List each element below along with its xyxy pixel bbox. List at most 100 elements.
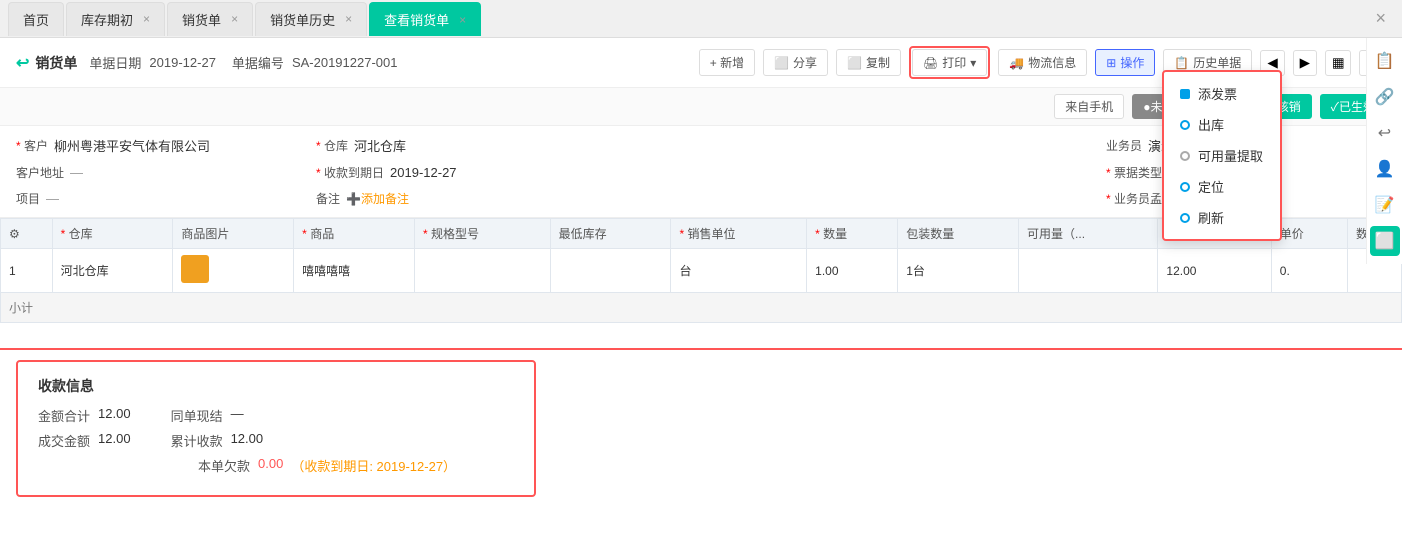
add-invoice-label: 添发票 — [1198, 84, 1237, 103]
tab-sales-history-close[interactable]: × — [345, 12, 352, 26]
operations-button[interactable]: ⊞ 操作 — [1095, 49, 1155, 76]
tab-sales-order-label: 销货单 — [182, 10, 221, 29]
history-icon: 📋 — [1174, 56, 1189, 70]
col-warehouse: 仓库 — [52, 219, 173, 249]
tab-inventory-init-label: 库存期初 — [81, 10, 133, 29]
same-order-value: — — [231, 406, 244, 425]
row-unit-price: 0. — [1271, 249, 1347, 293]
operations-dropdown: 添发票 出库 可用量提取 定位 刷新 — [1162, 70, 1282, 241]
col-product: 商品 — [294, 219, 415, 249]
due-value: 0.00 — [258, 456, 283, 475]
amount-total-label: 金额合计 — [38, 406, 90, 425]
tab-sales-order[interactable]: 销货单 × — [167, 2, 253, 36]
share-icon: ⬜ — [774, 56, 789, 70]
tab-home-label: 首页 — [23, 10, 49, 29]
dropdown-add-invoice[interactable]: 添发票 — [1164, 78, 1280, 109]
outbound-icon — [1180, 120, 1190, 130]
cumulative-label: 累计收款 — [171, 431, 223, 450]
doc-meta: 单据日期 2019-12-27 单据编号 SA-20191227-001 — [89, 53, 397, 72]
project-value: — — [46, 191, 59, 206]
address-field: 客户地址 — — [16, 164, 296, 181]
outbound-label: 出库 — [1198, 115, 1224, 134]
sidebar-icon-5[interactable]: 📝 — [1370, 190, 1400, 220]
row-warehouse: 河北仓库 — [52, 249, 173, 293]
warehouse-value: 河北仓库 — [354, 136, 406, 155]
payment-date-label: 收款到期日 — [316, 164, 384, 181]
add-note-button[interactable]: ➕添加备注 — [346, 190, 409, 207]
locate-icon — [1180, 182, 1190, 192]
dropdown-locate[interactable]: 定位 — [1164, 171, 1280, 202]
tab-view-sales[interactable]: 查看销货单 × — [369, 2, 481, 36]
col-available: 可用量（... — [1019, 219, 1158, 249]
note-field: 备注 ➕添加备注 — [316, 190, 596, 207]
refresh-label: 刷新 — [1198, 208, 1224, 227]
sales-order-icon: ↩ — [16, 53, 29, 73]
row-product-name: 嘻嘻嘻嘻 — [294, 249, 415, 293]
tab-home[interactable]: 首页 — [8, 2, 64, 36]
print-highlight-box: 🖨 打印 ▾ — [909, 46, 990, 79]
col-quantity: 数量 — [807, 219, 898, 249]
customer-field: 客户 柳州粤港平安气体有限公司 — [16, 136, 296, 155]
same-order-field: 同单现结 — — [171, 406, 244, 425]
new-button[interactable]: + 新增 — [699, 49, 755, 76]
col-gear[interactable]: ⚙ — [1, 219, 53, 249]
address-label: 客户地址 — [16, 164, 64, 181]
next-button[interactable]: ▶ — [1293, 50, 1317, 76]
logistics-button[interactable]: 🚚 物流信息 — [998, 49, 1087, 76]
copy-icon: ⬜ — [847, 56, 862, 70]
sidebar-icon-2[interactable]: 🔗 — [1370, 82, 1400, 112]
sidebar-icon-1[interactable]: 📋 — [1370, 46, 1400, 76]
tab-sales-order-close[interactable]: × — [231, 12, 238, 26]
operations-icon: ⊞ — [1106, 56, 1116, 70]
from-phone-button[interactable]: 来自手机 — [1054, 94, 1124, 119]
same-order-label: 同单现结 — [171, 406, 223, 425]
window-close-button[interactable]: × — [1367, 8, 1394, 29]
payment-date-field: 收款到期日 2019-12-27 — [316, 164, 596, 181]
col-sales-unit: 销售单位 — [671, 219, 807, 249]
logistics-icon: 🚚 — [1009, 56, 1024, 70]
add-invoice-icon — [1180, 89, 1190, 99]
customer-value: 柳州粤港平安气体有限公司 — [54, 136, 210, 155]
subtotal-label: 小计 — [1, 293, 1402, 323]
dropdown-refresh[interactable]: 刷新 — [1164, 202, 1280, 233]
payment-row-3: 本单欠款 0.00 （收款到期日: 2019-12-27） — [38, 456, 514, 475]
due-label: 本单欠款 — [198, 456, 250, 475]
amount-total-field: 金额合计 12.00 — [38, 406, 131, 425]
sidebar-icon-3[interactable]: ↩ — [1370, 118, 1400, 148]
copy-button[interactable]: ⬜ 复制 — [836, 49, 901, 76]
due-field: 本单欠款 0.00 （收款到期日: 2019-12-27） — [198, 456, 456, 475]
available-qty-label: 可用量提取 — [1198, 146, 1263, 165]
right-sidebar: 📋 🔗 ↩ 👤 📝 ⬜ — [1366, 38, 1402, 264]
col-unit-price: 单价 — [1271, 219, 1347, 249]
warehouse-field: 仓库 河北仓库 — [316, 136, 596, 155]
dropdown-available-qty[interactable]: 可用量提取 — [1164, 140, 1280, 171]
settings-icon: ⚙ — [9, 227, 20, 241]
row-quantity: 1.00 — [807, 249, 898, 293]
tab-inventory-init[interactable]: 库存期初 × — [66, 2, 165, 36]
customer-label: 客户 — [16, 137, 48, 154]
doc-type-label: 销货单 — [35, 53, 77, 73]
table-row: 1 河北仓库 嘻嘻嘻嘻 台 1.00 1台 12.00 0. — [1, 249, 1402, 293]
warehouse-label: 仓库 — [316, 137, 348, 154]
ticket-type-label: 票据类型 — [1106, 164, 1162, 181]
dropdown-outbound[interactable]: 出库 — [1164, 109, 1280, 140]
payment-date-value: 2019-12-27 — [390, 165, 457, 180]
share-button[interactable]: ⬜ 分享 — [763, 49, 828, 76]
row-pack-qty: 1台 — [898, 249, 1019, 293]
cumulative-value: 12.00 — [231, 431, 264, 450]
row-current-qty: 12.00 — [1158, 249, 1271, 293]
tab-inventory-init-close[interactable]: × — [143, 12, 150, 26]
due-date-text: （收款到期日: 2019-12-27） — [291, 456, 456, 475]
row-product-img — [173, 249, 294, 293]
refresh-icon — [1180, 213, 1190, 223]
sidebar-icon-6[interactable]: ⬜ — [1370, 226, 1400, 256]
sidebar-icon-4[interactable]: 👤 — [1370, 154, 1400, 184]
amount-total-value: 12.00 — [98, 406, 131, 425]
print-button[interactable]: 🖨 打印 ▾ — [912, 49, 987, 76]
tab-sales-history[interactable]: 销货单历史 × — [255, 2, 367, 36]
tab-view-sales-close[interactable]: × — [459, 13, 466, 27]
grid-view-button[interactable]: ▦ — [1325, 50, 1352, 76]
row-min-stock — [550, 249, 671, 293]
locate-label: 定位 — [1198, 177, 1224, 196]
col-pack-qty: 包装数量 — [898, 219, 1019, 249]
